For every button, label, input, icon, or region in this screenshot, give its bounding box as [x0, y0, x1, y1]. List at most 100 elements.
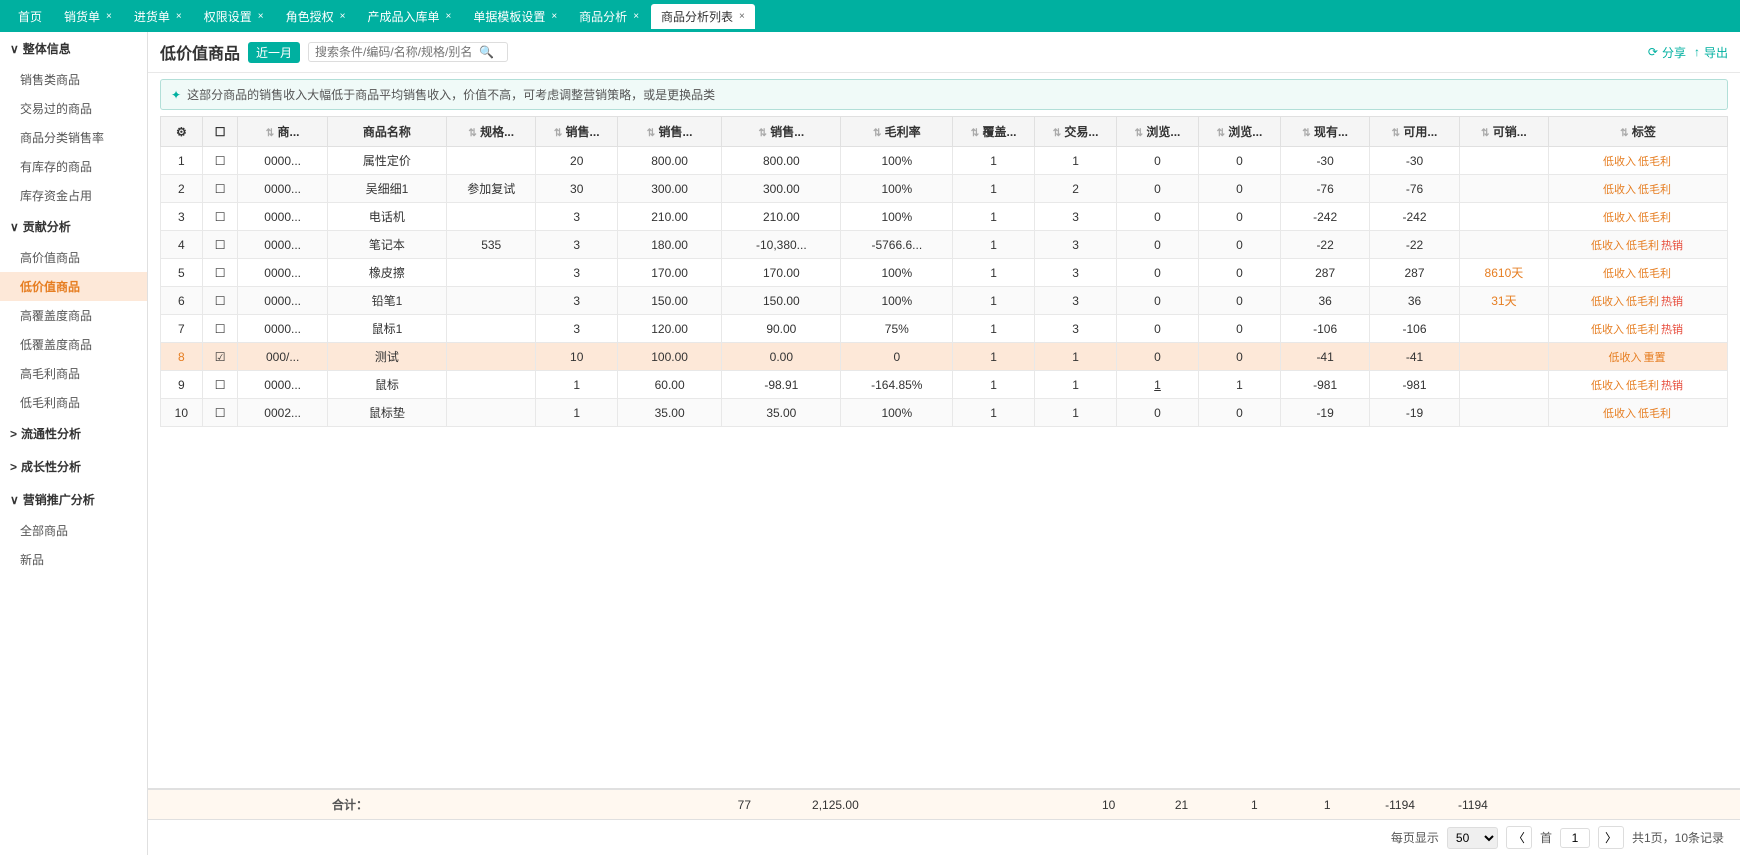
sidebar-item-交易过的商品[interactable]: 交易过的商品: [0, 94, 147, 123]
table-container: ⚙☐⇅ 商...商品名称⇅ 规格...⇅ 销售...⇅ 销售...⇅ 销售...…: [148, 116, 1740, 788]
nav-close-icon[interactable]: ×: [106, 11, 112, 22]
col-header-code[interactable]: ⇅ 商...: [238, 117, 327, 147]
tag-低收入: 低收入: [1591, 324, 1624, 336]
col-header-s1[interactable]: ⇅ 销售...: [536, 117, 618, 147]
sidebar-section-流通性分析[interactable]: >流通性分析: [0, 417, 147, 450]
table-row: 9☐0000...鼠标160.00-98.91-164.85%1111-981-…: [161, 371, 1728, 399]
nav-item-单据模板设置[interactable]: 单据模板设置×: [463, 4, 567, 29]
sidebar-item-全部商品[interactable]: 全部商品: [0, 516, 147, 545]
cell-browse1[interactable]: 0: [1117, 175, 1199, 203]
sidebar-item-商品分类销售率[interactable]: 商品分类销售率: [0, 123, 147, 152]
col-header-browse1[interactable]: ⇅ 浏览...: [1117, 117, 1199, 147]
nav-close-icon[interactable]: ×: [633, 11, 639, 22]
sidebar-item-高毛利商品[interactable]: 高毛利商品: [0, 359, 147, 388]
cell-available: -106: [1370, 315, 1459, 343]
sidebar-item-有库存的商品[interactable]: 有库存的商品: [0, 152, 147, 181]
nav-item-首页[interactable]: 首页: [8, 4, 52, 29]
cell-name: 电话机: [327, 203, 446, 231]
footer-cell-7: 21: [1145, 798, 1218, 812]
nav-close-icon[interactable]: ×: [739, 11, 745, 22]
nav-close-icon[interactable]: ×: [551, 11, 557, 22]
col-header-tags[interactable]: ⇅ 标签: [1549, 117, 1728, 147]
per-page-select[interactable]: 50 100 200: [1447, 827, 1498, 849]
cell-browse1[interactable]: 0: [1117, 203, 1199, 231]
cell-browse1[interactable]: 1: [1117, 371, 1199, 399]
sidebar-item-高覆盖度商品[interactable]: 高覆盖度商品: [0, 301, 147, 330]
col-header-grossRate[interactable]: ⇅ 毛利率: [841, 117, 953, 147]
sidebar-item-高价值商品[interactable]: 高价值商品: [0, 243, 147, 272]
nav-item-产成品入库单[interactable]: 产成品入库单×: [357, 4, 461, 29]
sidebar-item-销售类商品[interactable]: 销售类商品: [0, 65, 147, 94]
tag-低毛利: 低毛利: [1638, 408, 1671, 420]
cell-grossRate: 100%: [841, 203, 953, 231]
sidebar-item-新品[interactable]: 新品: [0, 545, 147, 574]
sidebar-section-贡献分析[interactable]: ∨贡献分析: [0, 210, 147, 243]
sidebar-item-低毛利商品[interactable]: 低毛利商品: [0, 388, 147, 417]
sidebar: ∨整体信息销售类商品交易过的商品商品分类销售率有库存的商品库存资金占用∨贡献分析…: [0, 32, 148, 855]
nav-close-icon[interactable]: ×: [340, 11, 346, 22]
time-filter-button[interactable]: 近一月: [248, 42, 300, 63]
col-header-settings[interactable]: ⚙: [161, 117, 203, 147]
cell-browse1[interactable]: 0: [1117, 399, 1199, 427]
export-button[interactable]: ↑ 导出: [1694, 44, 1728, 61]
cell-s3: -98.91: [722, 371, 841, 399]
sidebar-item-库存资金占用[interactable]: 库存资金占用: [0, 181, 147, 210]
nav-item-销货单[interactable]: 销货单×: [54, 4, 122, 29]
cell-browse1[interactable]: 0: [1117, 287, 1199, 315]
tag-低毛利: 低毛利: [1638, 184, 1671, 196]
col-header-browse2[interactable]: ⇅ 浏览...: [1198, 117, 1280, 147]
col-header-cover[interactable]: ⇅ 覆盖...: [953, 117, 1035, 147]
sidebar-section-营销推广分析[interactable]: ∨营销推广分析: [0, 483, 147, 516]
nav-item-进货单[interactable]: 进货单×: [124, 4, 192, 29]
cell-browse1[interactable]: 0: [1117, 147, 1199, 175]
col-header-spec[interactable]: ⇅ 规格...: [447, 117, 536, 147]
cell-trade: 3: [1035, 259, 1117, 287]
nav-close-icon[interactable]: ×: [258, 11, 264, 22]
cell-current: 36: [1280, 287, 1369, 315]
next-page-button[interactable]: 〉: [1598, 826, 1624, 849]
nav-item-角色授权[interactable]: 角色授权×: [276, 4, 356, 29]
cell-saleable: [1459, 231, 1548, 259]
cell-browse1[interactable]: 0: [1117, 343, 1199, 371]
col-header-name[interactable]: 商品名称: [327, 117, 446, 147]
col-header-saleable[interactable]: ⇅ 可销...: [1459, 117, 1548, 147]
cell-spec: [447, 203, 536, 231]
cell-check: ☑: [202, 343, 238, 371]
col-header-s3[interactable]: ⇅ 销售...: [722, 117, 841, 147]
sidebar-section-成长性分析[interactable]: >成长性分析: [0, 450, 147, 483]
cell-cover: 1: [953, 203, 1035, 231]
cell-spec: [447, 287, 536, 315]
cell-trade: 3: [1035, 315, 1117, 343]
cell-browse1[interactable]: 0: [1117, 231, 1199, 259]
cell-s3: 35.00: [722, 399, 841, 427]
cell-spec: [447, 147, 536, 175]
first-page-button[interactable]: 〈: [1506, 826, 1532, 849]
footer-cells: 772,125.00102111-1194-1194: [380, 798, 1728, 812]
cell-no: 9: [161, 371, 203, 399]
search-icon[interactable]: 🔍: [479, 45, 494, 59]
nav-item-商品分析[interactable]: 商品分析×: [569, 4, 649, 29]
share-button[interactable]: ⟳ 分享: [1648, 44, 1686, 61]
col-header-trade[interactable]: ⇅ 交易...: [1035, 117, 1117, 147]
search-input[interactable]: [315, 45, 475, 59]
nav-item-商品分析列表[interactable]: 商品分析列表×: [651, 4, 755, 29]
cell-saleable: [1459, 147, 1548, 175]
col-header-available[interactable]: ⇅ 可用...: [1370, 117, 1459, 147]
tag-低收入: 低收入: [1603, 408, 1636, 420]
page-number-input[interactable]: [1560, 828, 1590, 848]
cell-code: 0000...: [238, 203, 327, 231]
sidebar-item-低价值商品[interactable]: 低价值商品: [0, 272, 147, 301]
nav-close-icon[interactable]: ×: [176, 11, 182, 22]
nav-item-权限设置[interactable]: 权限设置×: [194, 4, 274, 29]
cell-browse1[interactable]: 0: [1117, 315, 1199, 343]
col-header-s2[interactable]: ⇅ 销售...: [617, 117, 721, 147]
col-header-current[interactable]: ⇅ 现有...: [1280, 117, 1369, 147]
cell-browse1[interactable]: 0: [1117, 259, 1199, 287]
cell-spec: 参加复试: [447, 175, 536, 203]
cell-trade: 1: [1035, 399, 1117, 427]
nav-close-icon[interactable]: ×: [445, 11, 451, 22]
tag-低收入: 低收入: [1591, 240, 1624, 252]
sidebar-item-低覆盖度商品[interactable]: 低覆盖度商品: [0, 330, 147, 359]
sidebar-section-整体信息[interactable]: ∨整体信息: [0, 32, 147, 65]
col-header-checkbox[interactable]: ☐: [202, 117, 238, 147]
